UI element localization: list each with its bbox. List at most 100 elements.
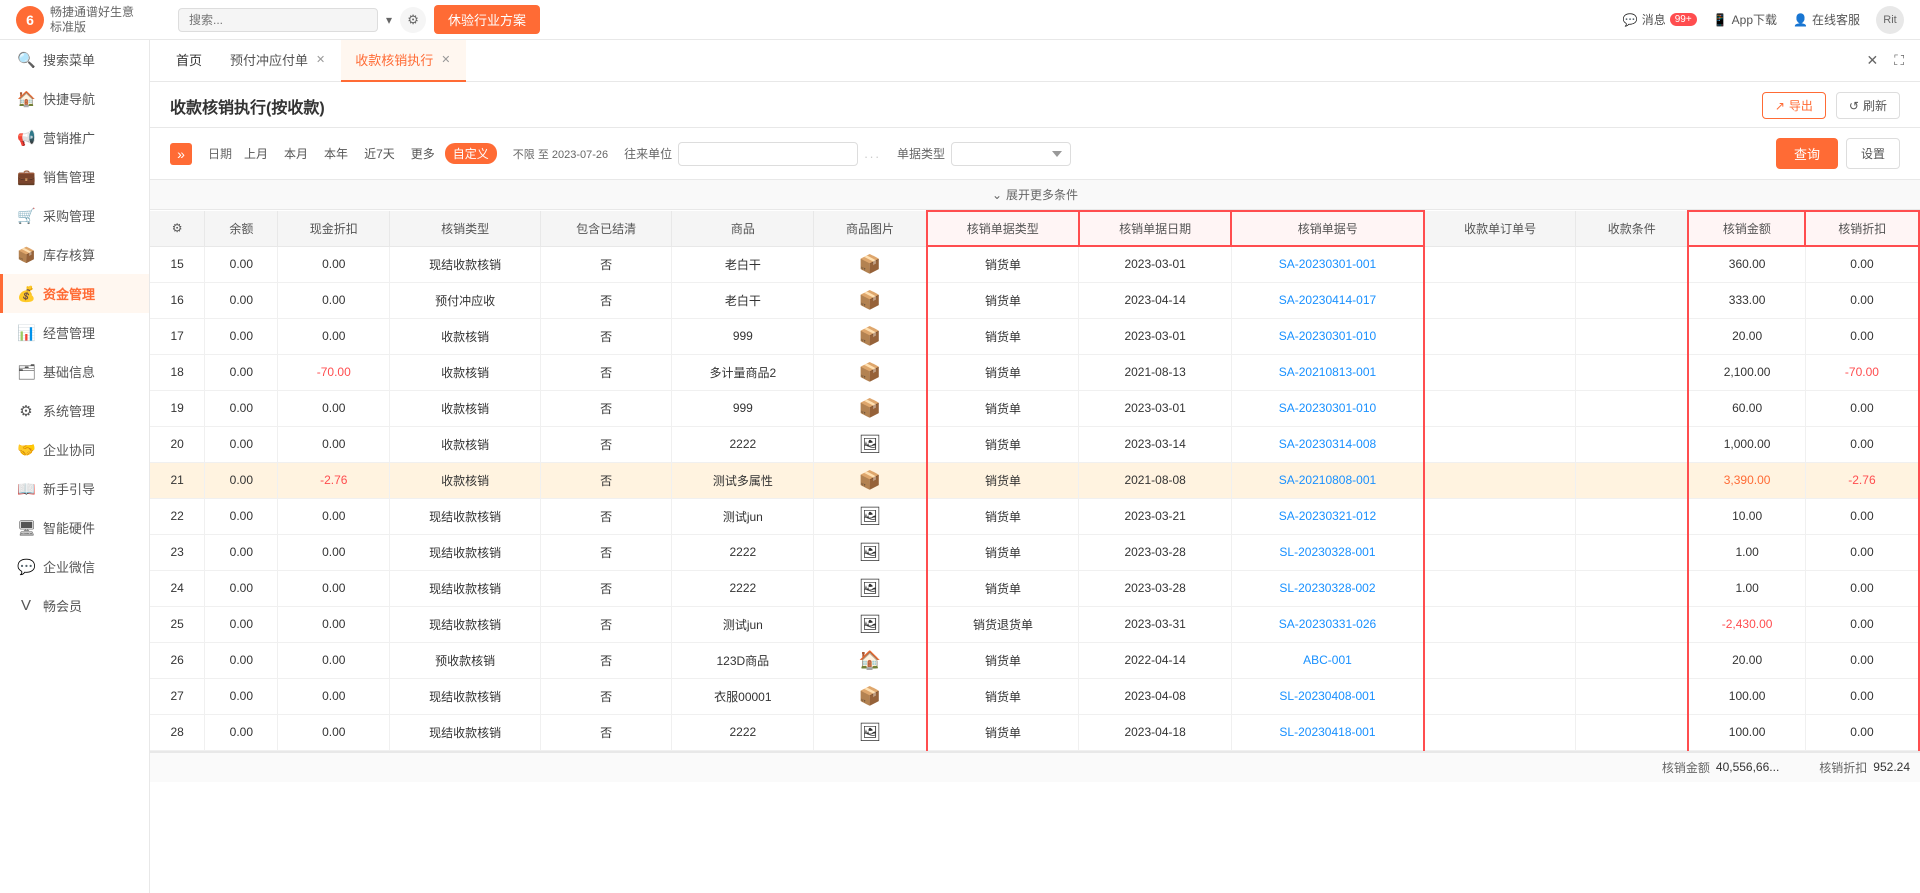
col-header-settings[interactable]: ⚙ bbox=[150, 211, 205, 246]
cell-cash-discount: 0.00 bbox=[278, 246, 390, 282]
date-filter-group: 日期 上月 本月 本年 近7天 更多 自定义 bbox=[208, 143, 497, 164]
app-download-label: App下载 bbox=[1732, 11, 1777, 28]
cell-cancel-discount: 0.00 bbox=[1805, 282, 1919, 318]
cell-include-cleared: 否 bbox=[540, 462, 671, 498]
cell-goods: 测试jun bbox=[672, 606, 814, 642]
sidebar-item-inventory[interactable]: 📦库存核算 bbox=[0, 235, 149, 274]
cell-cancel-amount: 20.00 bbox=[1688, 318, 1805, 354]
tab-prepay[interactable]: 预付冲应付单 ✕ bbox=[216, 40, 341, 82]
col-header-include-cleared: 包含已结清 bbox=[540, 211, 671, 246]
query-btn[interactable]: 查询 bbox=[1776, 138, 1838, 169]
date-tab-7days[interactable]: 近7天 bbox=[358, 143, 401, 164]
sidebar-item-wechat-corp[interactable]: 💬企业微信 bbox=[0, 547, 149, 586]
from-unit-group: 往来单位 ... bbox=[624, 142, 881, 166]
table-header-row: ⚙ 余额 现金折扣 核销类型 包含已结清 商品 商品图片 核销单据类型 核销单据… bbox=[150, 211, 1919, 246]
sidebar-item-vip[interactable]: V畅会员 bbox=[0, 586, 149, 625]
user-avatar[interactable]: Rit bbox=[1876, 6, 1904, 34]
export-btn[interactable]: ↗ 导出 bbox=[1762, 92, 1826, 119]
tab-collection-cancel[interactable]: 收款核销执行 ✕ bbox=[341, 40, 466, 82]
sidebar-item-marketing[interactable]: 📢营销推广 bbox=[0, 118, 149, 157]
cancel-number-link[interactable]: SA-20230314-008 bbox=[1279, 437, 1376, 451]
table-row: 22 0.00 0.00 现结收款核销 否 测试jun 🖼 销货单 2023-0… bbox=[150, 498, 1919, 534]
app-download-btn[interactable]: 📱 App下载 bbox=[1713, 11, 1777, 28]
date-tab-last-month[interactable]: 上月 bbox=[238, 143, 274, 164]
cancel-number-link[interactable]: ABC-001 bbox=[1303, 653, 1352, 667]
table-row: 24 0.00 0.00 现结收款核销 否 2222 🖼 销货单 2023-03… bbox=[150, 570, 1919, 606]
top-dropdown-icon[interactable]: ▾ bbox=[386, 13, 392, 27]
sidebar-item-basic-info[interactable]: 🗂基础信息 bbox=[0, 352, 149, 391]
cell-goods-img: 📦 bbox=[814, 678, 927, 714]
sidebar-item-corp-collab[interactable]: 🤝企业协同 bbox=[0, 430, 149, 469]
from-unit-input[interactable] bbox=[678, 142, 858, 166]
refresh-btn[interactable]: ↺ 刷新 bbox=[1836, 92, 1900, 119]
date-tabs: 上月 本月 本年 近7天 更多 自定义 bbox=[238, 143, 497, 164]
cell-balance: 0.00 bbox=[205, 498, 278, 534]
online-service-label: 在线客服 bbox=[1812, 11, 1860, 28]
date-tab-custom[interactable]: 自定义 bbox=[445, 143, 497, 164]
top-search-input[interactable] bbox=[178, 8, 378, 32]
receipt-type-select[interactable] bbox=[951, 142, 1071, 166]
sidebar-item-newbie[interactable]: 📖新手引导 bbox=[0, 469, 149, 508]
cell-receipt-condition bbox=[1576, 498, 1689, 534]
cell-balance: 0.00 bbox=[205, 462, 278, 498]
filter-expand-btn[interactable]: » bbox=[170, 143, 192, 165]
sidebar-item-sys-mgmt[interactable]: ⚙系统管理 bbox=[0, 391, 149, 430]
from-unit-label: 往来单位 bbox=[624, 145, 672, 162]
cancel-number-link[interactable]: SA-20210813-001 bbox=[1279, 365, 1376, 379]
setting-btn[interactable]: 设置 bbox=[1846, 138, 1900, 169]
sidebar-item-fund-mgmt[interactable]: 💰资金管理 bbox=[0, 274, 149, 313]
tab-bar: 首页 预付冲应付单 ✕ 收款核销执行 ✕ ✕ ⛶ bbox=[150, 40, 1920, 82]
cell-receipt-order-no bbox=[1424, 426, 1576, 462]
cancel-number-link[interactable]: SL-20230328-001 bbox=[1279, 545, 1375, 559]
prepay-close-icon[interactable]: ✕ bbox=[314, 51, 327, 68]
close-tab-btn[interactable]: ✕ bbox=[1862, 48, 1882, 73]
cell-cancel-date: 2023-03-01 bbox=[1079, 390, 1231, 426]
cell-cancel-discount: -2.76 bbox=[1805, 462, 1919, 498]
cell-cancel-type: 收款核销 bbox=[390, 426, 541, 462]
cell-balance: 0.00 bbox=[205, 678, 278, 714]
cell-balance: 0.00 bbox=[205, 282, 278, 318]
table-row: 20 0.00 0.00 收款核销 否 2222 🖼 销货单 2023-03-1… bbox=[150, 426, 1919, 462]
industry-solution-btn[interactable]: 休验行业方案 bbox=[434, 5, 540, 34]
messages-btn[interactable]: 💬 消息 99+ bbox=[1623, 11, 1697, 28]
collection-cancel-close-icon[interactable]: ✕ bbox=[439, 51, 452, 68]
cell-cancel-number: SL-20230408-001 bbox=[1231, 678, 1424, 714]
cell-receipt-condition bbox=[1576, 390, 1689, 426]
col-header-cancel-amount: 核销金额 bbox=[1688, 211, 1805, 246]
date-filter-label: 日期 bbox=[208, 145, 232, 162]
sidebar-item-search-menu[interactable]: 🔍搜索菜单 bbox=[0, 40, 149, 79]
online-service-btn[interactable]: 👤 在线客服 bbox=[1793, 11, 1860, 28]
sidebar-label-wechat-corp: 企业微信 bbox=[43, 557, 95, 576]
cancel-number-link[interactable]: SL-20230418-001 bbox=[1279, 725, 1375, 739]
cancel-number-link[interactable]: SA-20230301-001 bbox=[1279, 257, 1376, 271]
tab-home[interactable]: 首页 bbox=[162, 40, 216, 82]
sidebar-item-purchase-mgmt[interactable]: 🛒采购管理 bbox=[0, 196, 149, 235]
cell-goods-img: 📦 bbox=[814, 318, 927, 354]
col-header-balance: 余额 bbox=[205, 211, 278, 246]
cell-cancel-number: SL-20230328-001 bbox=[1231, 534, 1424, 570]
cancel-number-link[interactable]: SA-20230414-017 bbox=[1279, 293, 1376, 307]
date-tab-this-year[interactable]: 本年 bbox=[318, 143, 354, 164]
sidebar-item-ops-mgmt[interactable]: 📊经营管理 bbox=[0, 313, 149, 352]
cancel-number-link[interactable]: SL-20230328-002 bbox=[1279, 581, 1375, 595]
date-tab-more[interactable]: 更多 bbox=[405, 143, 441, 164]
date-tab-this-month[interactable]: 本月 bbox=[278, 143, 314, 164]
settings-gear-btn[interactable]: ⚙ bbox=[400, 7, 426, 33]
cancel-number-link[interactable]: SA-20230301-010 bbox=[1279, 329, 1376, 343]
sidebar-item-smart-hw[interactable]: 🖥智能硬件 bbox=[0, 508, 149, 547]
cancel-number-link[interactable]: SL-20230408-001 bbox=[1279, 689, 1375, 703]
cell-balance: 0.00 bbox=[205, 570, 278, 606]
maximize-tab-btn[interactable]: ⛶ bbox=[1890, 48, 1908, 73]
cell-goods-img: 📦 bbox=[814, 246, 927, 282]
sidebar-icon-purchase-mgmt: 🛒 bbox=[17, 207, 35, 225]
cell-include-cleared: 否 bbox=[540, 678, 671, 714]
sidebar-item-sales-mgmt[interactable]: 💼销售管理 bbox=[0, 157, 149, 196]
cancel-number-link[interactable]: SA-20230331-026 bbox=[1279, 617, 1376, 631]
cell-cancel-date: 2023-03-14 bbox=[1079, 426, 1231, 462]
cell-goods-img: 🖼 bbox=[814, 426, 927, 462]
cancel-number-link[interactable]: SA-20230301-010 bbox=[1279, 401, 1376, 415]
sidebar-item-quick-nav[interactable]: 🏠快捷导航 bbox=[0, 79, 149, 118]
cancel-number-link[interactable]: SA-20210808-001 bbox=[1279, 473, 1376, 487]
expand-more-btn[interactable]: ⌄ 展开更多条件 bbox=[992, 186, 1078, 203]
cancel-number-link[interactable]: SA-20230321-012 bbox=[1279, 509, 1376, 523]
